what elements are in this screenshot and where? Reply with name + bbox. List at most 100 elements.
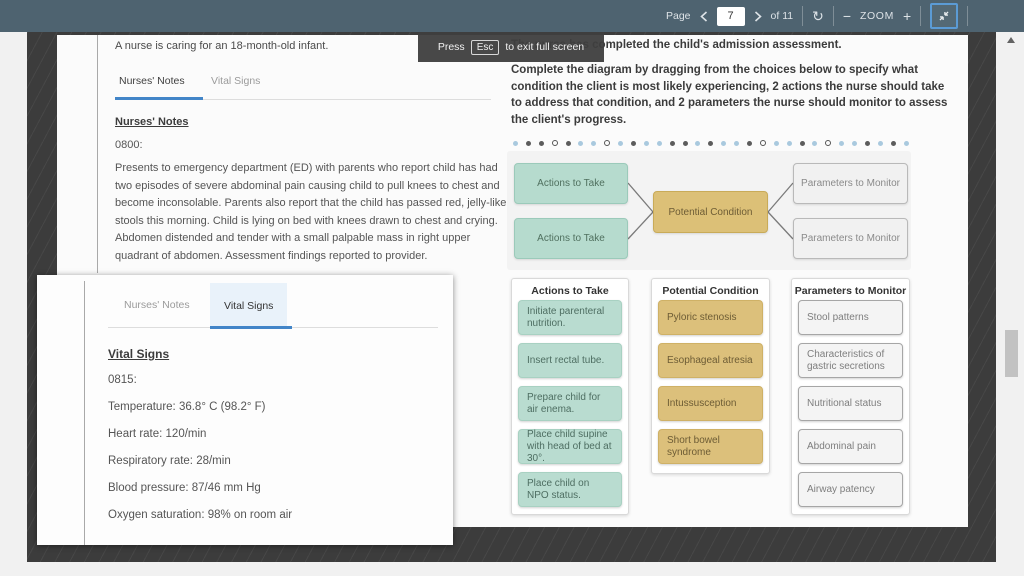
separator-dot bbox=[852, 140, 858, 146]
scrollbar-up-arrow[interactable] bbox=[1007, 37, 1015, 43]
separator-dot bbox=[877, 140, 883, 146]
tab-vital-signs[interactable]: Vital Signs bbox=[210, 283, 288, 328]
toolbar-divider bbox=[967, 6, 969, 26]
separator-dot bbox=[721, 140, 727, 146]
separator-dot bbox=[773, 140, 779, 146]
separator-dot bbox=[525, 140, 531, 146]
choice-chip-action[interactable]: Insert rectal tube. bbox=[518, 343, 622, 378]
separator-dot bbox=[538, 140, 544, 146]
separator-dot bbox=[786, 140, 792, 146]
drop-slot-parameter-1[interactable]: Parameters to Monitor bbox=[793, 163, 908, 204]
question-instructions-text: Complete the diagram by dragging from th… bbox=[511, 64, 948, 126]
tab-nurses-notes[interactable]: Nurses' Notes bbox=[119, 75, 185, 87]
drop-slot-action-2[interactable]: Actions to Take bbox=[514, 218, 628, 259]
card-left-rule bbox=[97, 35, 98, 273]
choice-chip-parameter[interactable]: Nutritional status bbox=[798, 386, 903, 421]
chip-list: Pyloric stenosis Esophageal atresia Intu… bbox=[652, 300, 769, 464]
vital-signs-heading: Vital Signs bbox=[108, 347, 170, 361]
page-label: Page bbox=[666, 10, 691, 22]
vital-signs-card: Nurses' Notes Vital Signs Vital Signs 08… bbox=[37, 275, 453, 545]
choices-column-parameters: Parameters to Monitor Stool patterns Cha… bbox=[791, 278, 910, 515]
nurses-notes-time: 0800: bbox=[115, 139, 143, 151]
case-intro-text: A nurse is caring for an 18-month-old in… bbox=[115, 40, 329, 52]
active-tab-underline bbox=[115, 97, 203, 100]
separator-dot bbox=[643, 140, 649, 146]
exit-fullscreen-button[interactable] bbox=[930, 3, 959, 29]
drop-slot-condition[interactable]: Potential Condition bbox=[653, 191, 768, 233]
nurses-notes-heading: Nurses' Notes bbox=[115, 116, 189, 128]
previous-page-button[interactable] bbox=[699, 10, 708, 22]
separator-dot bbox=[708, 140, 714, 146]
drop-slot-action-1[interactable]: Actions to Take bbox=[514, 163, 628, 204]
column-header-conditions: Potential Condition bbox=[662, 285, 759, 297]
vital-sign-line: Temperature: 36.8° C (98.2° F) bbox=[108, 401, 266, 413]
zoom-out-button[interactable]: − bbox=[843, 9, 851, 23]
fullscreen-toast: Press Esc to exit full screen bbox=[418, 32, 604, 62]
separator-dot bbox=[799, 140, 805, 146]
separator-dot bbox=[839, 140, 845, 146]
ehr-tabs-notes-card: Nurses' Notes Vital Signs bbox=[115, 67, 491, 100]
choice-chip-condition[interactable]: Intussusception bbox=[658, 386, 763, 421]
choice-chip-action[interactable]: Initiate parenteral nutrition. bbox=[518, 300, 622, 335]
choice-chip-parameter[interactable]: Abdominal pain bbox=[798, 429, 903, 464]
esc-keycap: Esc bbox=[470, 39, 500, 55]
chevron-left-icon bbox=[699, 10, 707, 22]
next-page-button[interactable] bbox=[754, 10, 762, 22]
active-tab-underline bbox=[210, 326, 292, 329]
page-total-label: of 11 bbox=[770, 10, 794, 22]
nurses-notes-text: Presents to emergency department (ED) wi… bbox=[115, 162, 507, 262]
viewer-canvas: A nurse is caring for an 18-month-old in… bbox=[27, 32, 996, 562]
choice-chip-action[interactable]: Place child on NPO status. bbox=[518, 472, 622, 507]
dotted-separator bbox=[513, 140, 909, 146]
chevron-right-icon bbox=[754, 10, 762, 22]
vital-signs-list: Temperature: 36.8° C (98.2° F) Heart rat… bbox=[108, 401, 292, 536]
separator-dot bbox=[734, 140, 740, 146]
tab-nurses-notes[interactable]: Nurses' Notes bbox=[124, 299, 190, 311]
choice-chip-parameter[interactable]: Airway patency bbox=[798, 472, 903, 507]
separator-dot bbox=[565, 140, 571, 146]
chip-list: Stool patterns Characteristics of gastri… bbox=[792, 300, 909, 507]
choice-chip-action[interactable]: Prepare child for air enema. bbox=[518, 386, 622, 421]
separator-dot bbox=[682, 140, 688, 146]
tab-vital-signs[interactable]: Vital Signs bbox=[211, 75, 260, 87]
page-number-input[interactable] bbox=[716, 6, 745, 26]
separator-dot bbox=[890, 140, 896, 146]
column-header-parameters: Parameters to Monitor bbox=[794, 285, 907, 297]
separator-dot bbox=[656, 140, 662, 146]
chip-list: Initiate parenteral nutrition. Insert re… bbox=[512, 300, 628, 507]
separator-dot bbox=[759, 140, 766, 146]
separator-dot bbox=[825, 140, 832, 146]
zoom-in-button[interactable]: + bbox=[903, 9, 911, 23]
separator-dot bbox=[903, 140, 909, 146]
scrollbar-thumb[interactable] bbox=[1005, 330, 1018, 377]
separator-dot bbox=[513, 140, 518, 146]
choice-chip-parameter[interactable]: Stool patterns bbox=[798, 300, 903, 335]
exit-fullscreen-icon bbox=[939, 11, 949, 21]
separator-dot bbox=[551, 140, 558, 146]
choice-chip-parameter[interactable]: Characteristics of gastric secretions bbox=[798, 343, 903, 378]
rotate-icon[interactable]: ↻ bbox=[812, 9, 824, 23]
choice-chip-condition[interactable]: Short bowel syndrome bbox=[658, 429, 763, 464]
viewer-toolbar: Page of 11 ↻ − ZOOM + bbox=[0, 0, 1024, 32]
choices-column-actions: Actions to Take Initiate parenteral nutr… bbox=[511, 278, 629, 515]
vertical-scrollbar bbox=[996, 32, 1024, 576]
drop-slot-parameter-2[interactable]: Parameters to Monitor bbox=[793, 218, 908, 259]
separator-dot bbox=[591, 140, 597, 146]
choice-chip-condition[interactable]: Esophageal atresia bbox=[658, 343, 763, 378]
separator-dot bbox=[578, 140, 584, 146]
choice-chip-condition[interactable]: Pyloric stenosis bbox=[658, 300, 763, 335]
toolbar-divider bbox=[920, 6, 922, 26]
toast-press-label: Press bbox=[437, 41, 465, 53]
separator-dot bbox=[604, 140, 611, 146]
separator-dot bbox=[865, 140, 871, 146]
toolbar-controls: Page of 11 ↻ − ZOOM + bbox=[666, 0, 969, 32]
separator-dot bbox=[669, 140, 675, 146]
vital-signs-time: 0815: bbox=[108, 374, 137, 386]
separator-dot bbox=[631, 140, 637, 146]
column-header-actions: Actions to Take bbox=[531, 285, 609, 297]
separator-dot bbox=[747, 140, 753, 146]
choice-chip-action[interactable]: Place child supine with head of bed at 3… bbox=[518, 429, 622, 464]
card-left-rule bbox=[84, 281, 85, 545]
separator-dot bbox=[812, 140, 818, 146]
toolbar-divider bbox=[802, 6, 804, 26]
